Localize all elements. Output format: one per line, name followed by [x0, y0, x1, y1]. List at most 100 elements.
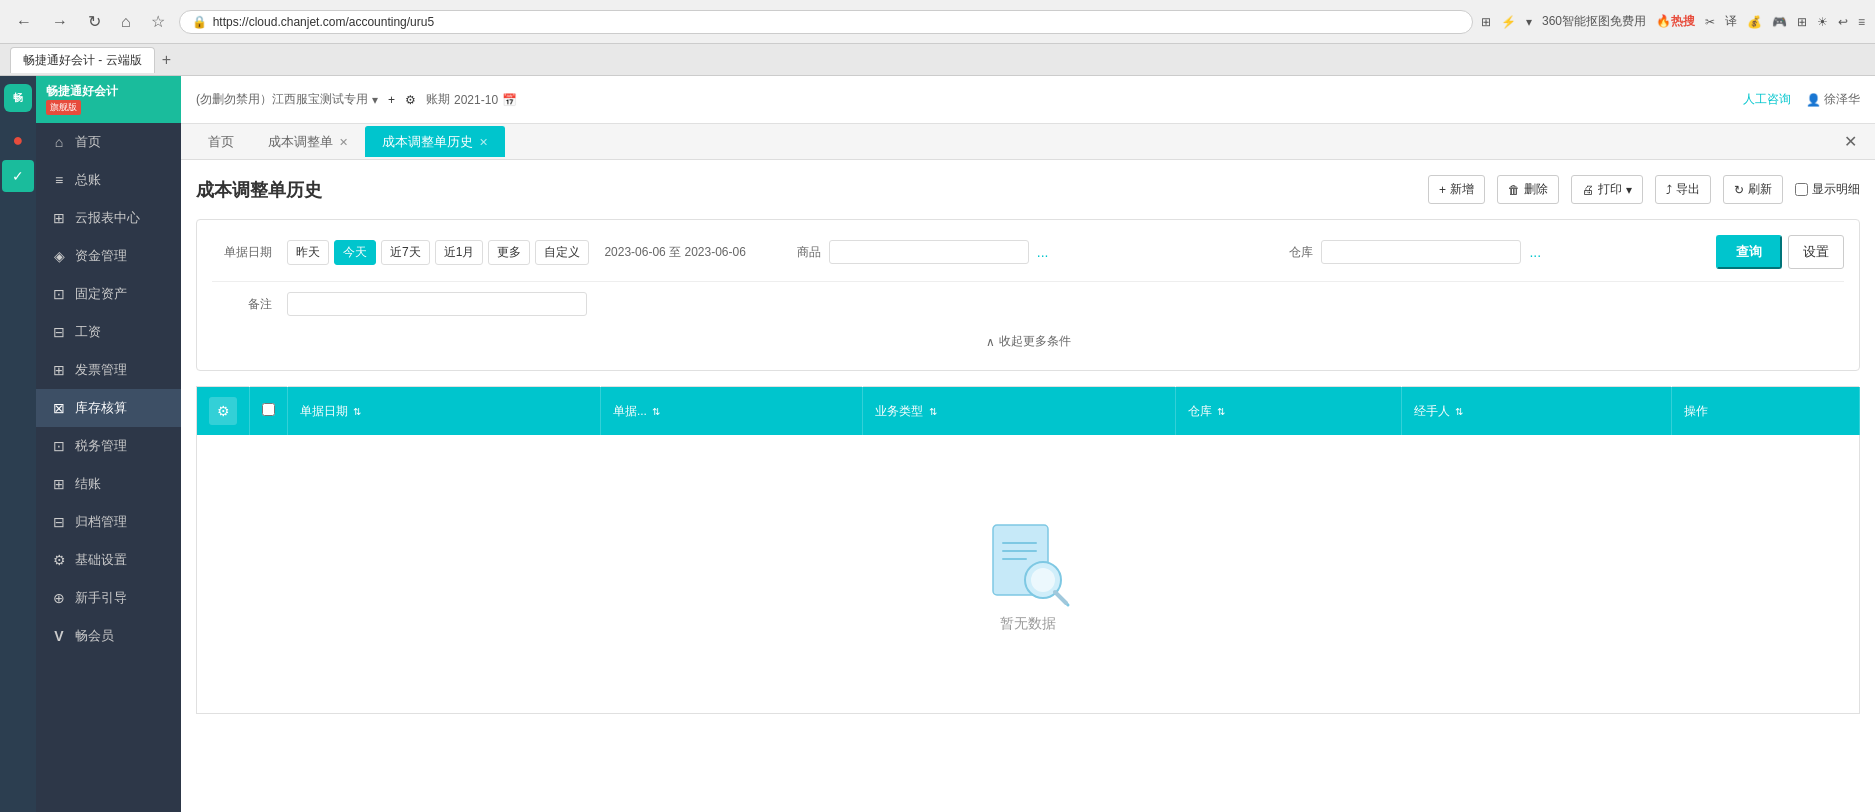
tab-home-label: 首页	[208, 133, 234, 151]
filter-row-date: 单据日期 昨天 今天 近7天 近1月 更多 自定义 2023-06-06 至 2…	[212, 235, 1844, 269]
sidebar-label-guide: 新手引导	[75, 589, 127, 607]
new-icon: +	[1439, 183, 1446, 197]
sidebar-label-settings: 基础设置	[75, 551, 127, 569]
data-table: ⚙ 单据日期 ⇅ 单据... ⇅	[196, 386, 1860, 714]
select-all-checkbox[interactable]	[262, 403, 275, 416]
tab-home[interactable]: 首页	[191, 126, 251, 157]
th-number[interactable]: 单据... ⇅	[600, 387, 862, 436]
date-btn-more[interactable]: 更多	[488, 240, 530, 265]
funds-icon: ◈	[51, 248, 67, 264]
game-icon: 🎮	[1772, 15, 1787, 29]
date-btn-yesterday[interactable]: 昨天	[287, 240, 329, 265]
sidebar-item-funds[interactable]: ◈ 资金管理	[36, 237, 181, 275]
goods-filter-input[interactable]	[829, 240, 1029, 264]
warehouse-filter-input[interactable]	[1321, 240, 1521, 264]
tab-cost-adjust[interactable]: 成本调整单 ✕	[251, 126, 365, 157]
settings-gear-icon[interactable]: ⚙	[405, 93, 416, 107]
th-date[interactable]: 单据日期 ⇅	[288, 387, 601, 436]
sidebar-item-invoices[interactable]: ⊞ 发票管理	[36, 351, 181, 389]
address-bar[interactable]: 🔒 https://cloud.chanjet.com/accounting/u…	[179, 10, 1473, 34]
svg-point-6	[1031, 568, 1055, 592]
sidebar-item-general-ledger[interactable]: ≡ 总账	[36, 161, 181, 199]
sidebar-item-settings[interactable]: ⚙ 基础设置	[36, 541, 181, 579]
logo-badge: 旗舰版	[46, 100, 81, 115]
main-close-button[interactable]: ✕	[1836, 128, 1865, 155]
wallet-icon: 💰	[1747, 15, 1762, 29]
refresh-button[interactable]: ↻ 刷新	[1723, 175, 1783, 204]
lightning-icon: ⚡	[1501, 15, 1516, 29]
empty-illustration	[978, 515, 1078, 615]
sidebar-item-archive[interactable]: ⊟ 归档管理	[36, 503, 181, 541]
date-filter-buttons: 昨天 今天 近7天 近1月 更多 自定义	[287, 240, 589, 265]
sidebar-item-guide[interactable]: ⊕ 新手引导	[36, 579, 181, 617]
company-name: (勿删勿禁用）江西服宝测试专用	[196, 91, 368, 108]
nav-logo: 畅捷通好会计 旗舰版	[36, 76, 181, 123]
sidebar-item-fixed-assets[interactable]: ⊡ 固定资产	[36, 275, 181, 313]
date-btn-1month[interactable]: 近1月	[435, 240, 484, 265]
svg-line-8	[1055, 592, 1066, 603]
icon-sidebar-app[interactable]: 畅	[4, 84, 32, 112]
collapse-button[interactable]: ∧ 收起更多条件	[981, 328, 1076, 355]
browser-tab-bar: 畅捷通好会计 - 云端版 +	[0, 44, 1875, 76]
sidebar-item-home[interactable]: ⌂ 首页	[36, 123, 181, 161]
tab-cost-adjust-history[interactable]: 成本调整单历史 ✕	[365, 126, 505, 157]
sidebar-item-tax[interactable]: ⊡ 税务管理	[36, 427, 181, 465]
add-button[interactable]: +	[388, 93, 395, 107]
tab-cost-adjust-history-close[interactable]: ✕	[479, 136, 488, 149]
sidebar-item-payroll[interactable]: ⊟ 工资	[36, 313, 181, 351]
sidebar-label-home: 首页	[75, 133, 101, 151]
filter-area: 单据日期 昨天 今天 近7天 近1月 更多 自定义 2023-06-06 至 2…	[196, 219, 1860, 371]
query-button[interactable]: 查询	[1716, 235, 1782, 269]
delete-button[interactable]: 🗑 删除	[1497, 175, 1559, 204]
goods-more-icon[interactable]: ...	[1037, 244, 1049, 260]
membership-icon: V	[51, 628, 67, 644]
browser-chrome: ← → ↻ ⌂ ☆ 🔒 https://cloud.chanjet.com/ac…	[0, 0, 1875, 44]
forward-button[interactable]: →	[46, 11, 74, 33]
settings-button[interactable]: 设置	[1788, 235, 1844, 269]
sidebar-item-close-accounts[interactable]: ⊞ 结账	[36, 465, 181, 503]
home-button[interactable]: ⌂	[115, 11, 137, 33]
show-columns-checkbox[interactable]	[1795, 183, 1808, 196]
goods-filter-label: 商品	[761, 244, 821, 261]
th-warehouse-label: 仓库	[1188, 404, 1212, 418]
tab-cost-adjust-close[interactable]: ✕	[339, 136, 348, 149]
search-label: 360智能抠图免费用	[1542, 13, 1646, 30]
user-info[interactable]: 👤 徐泽华	[1806, 91, 1860, 108]
sidebar-item-inventory[interactable]: ⊠ 库存核算	[36, 389, 181, 427]
bookmark-button[interactable]: ☆	[145, 10, 171, 33]
icon-sidebar-weibo[interactable]: ●	[2, 124, 34, 156]
company-selector[interactable]: (勿删勿禁用）江西服宝测试专用 ▾	[196, 91, 378, 108]
service-link[interactable]: 人工咨询	[1743, 91, 1791, 108]
back-button[interactable]: ←	[10, 11, 38, 33]
print-button[interactable]: 🖨 打印 ▾	[1571, 175, 1643, 204]
new-button[interactable]: + 新增	[1428, 175, 1485, 204]
sidebar-label-payroll: 工资	[75, 323, 101, 341]
sidebar-item-reports[interactable]: ⊞ 云报表中心	[36, 199, 181, 237]
warehouse-more-icon[interactable]: ...	[1529, 244, 1541, 260]
fixed-assets-icon: ⊡	[51, 286, 67, 302]
date-btn-custom[interactable]: 自定义	[535, 240, 589, 265]
date-btn-7days[interactable]: 近7天	[381, 240, 430, 265]
new-tab-button[interactable]: +	[162, 51, 171, 69]
export-button[interactable]: ⤴ 导出	[1655, 175, 1711, 204]
th-handler[interactable]: 经手人 ⇅	[1402, 387, 1671, 436]
period-info: 账期 2021-10 📅	[426, 91, 517, 108]
translate-icon: 译	[1725, 13, 1737, 30]
sidebar-label-membership: 畅会员	[75, 627, 114, 645]
reload-button[interactable]: ↻	[82, 10, 107, 33]
show-columns-label: 显示明细	[1812, 181, 1860, 198]
browser-tab[interactable]: 畅捷通好会计 - 云端版	[10, 47, 155, 73]
calendar-icon[interactable]: 📅	[502, 93, 517, 107]
th-warehouse[interactable]: 仓库 ⇅	[1176, 387, 1402, 436]
th-checkbox	[250, 387, 288, 436]
date-btn-today[interactable]: 今天	[334, 240, 376, 265]
memo-filter-input[interactable]	[287, 292, 587, 316]
tab-cost-adjust-label: 成本调整单	[268, 133, 333, 151]
table-settings-button[interactable]: ⚙	[209, 397, 237, 425]
icon-sidebar-active[interactable]: ✓	[2, 160, 34, 192]
archive-icon: ⊟	[51, 514, 67, 530]
lock-icon: 🔒	[192, 15, 207, 29]
th-biz-type[interactable]: 业务类型 ⇅	[863, 387, 1176, 436]
sidebar-item-membership[interactable]: V 畅会员	[36, 617, 181, 655]
show-columns-checkbox-label[interactable]: 显示明细	[1795, 181, 1860, 198]
